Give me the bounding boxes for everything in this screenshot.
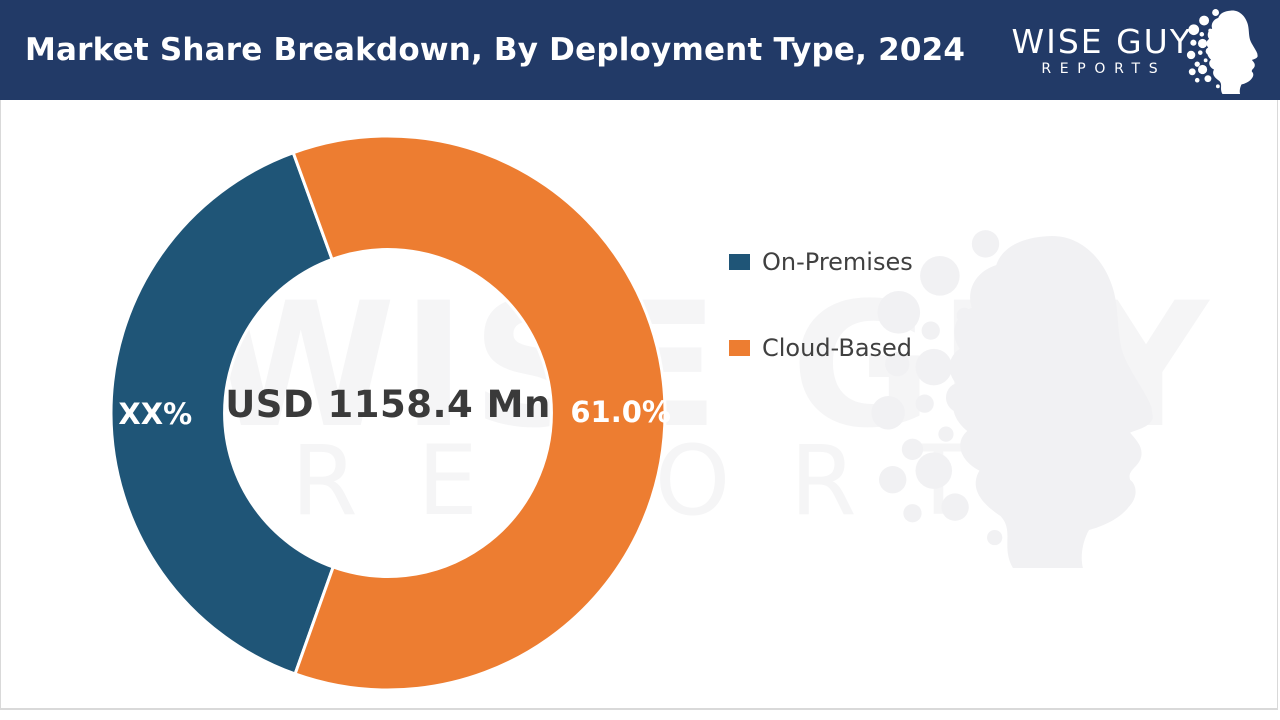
legend-swatch-on-premises [729, 254, 750, 270]
legend-swatch-cloud-based [729, 340, 750, 356]
chart-area: WISE GUY REPORTS XX% 61.0% USD 1158.4 Mn … [0, 100, 1278, 710]
legend-item-cloud-based: Cloud-Based [729, 336, 913, 360]
logo-wordmark: WISE GUY [1011, 21, 1192, 61]
brand-logo: WISE GUY REPORTS [1011, 6, 1266, 94]
legend-label: Cloud-Based [762, 334, 913, 362]
header-bar: Market Share Breakdown, By Deployment Ty… [0, 0, 1280, 100]
legend-label: On-Premises [762, 248, 913, 276]
chart-legend: On-Premises Cloud-Based [729, 250, 913, 360]
brand-logo-text: WISE GUY REPORTS [1011, 25, 1192, 76]
logo-subtext: REPORTS [1041, 60, 1167, 77]
page-title: Market Share Breakdown, By Deployment Ty… [25, 32, 966, 68]
logo-face-icon [1182, 6, 1266, 94]
slice-label-on-premises: XX% [118, 397, 192, 431]
legend-item-on-premises: On-Premises [729, 250, 913, 274]
chart-center-value: USD 1158.4 Mn [225, 383, 551, 426]
